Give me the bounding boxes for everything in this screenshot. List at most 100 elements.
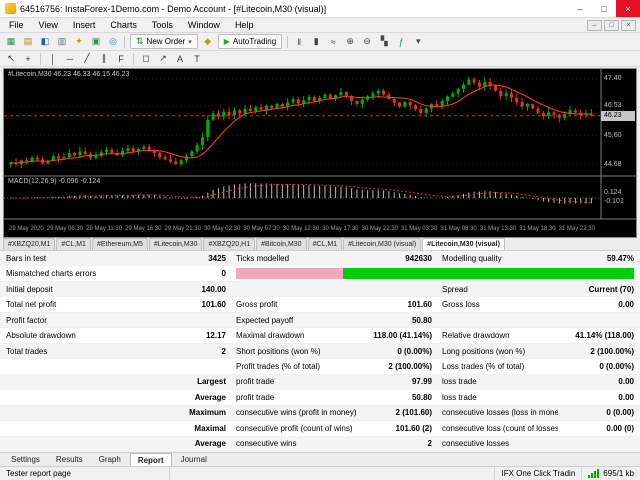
chart-tab[interactable]: #CL,M1 <box>56 238 91 250</box>
cursor-icon[interactable]: ↖ <box>3 51 19 66</box>
report-label: Relative drawdown <box>442 331 510 341</box>
maximize-button[interactable]: □ <box>592 0 616 17</box>
report-row: Bars in test 3425 Ticks modelled 942630 Mode… <box>0 251 640 267</box>
shapes-icon[interactable]: ◻ <box>138 51 154 66</box>
report-row: Average consecutive wins 2 consecutive loss… <box>0 436 640 453</box>
price-scale[interactable]: 47.40 46.53 45.60 44.68 0.124 -0.101 46.23 <box>601 69 636 219</box>
horizontal-line-icon[interactable]: ─ <box>62 51 78 66</box>
terminal-icon[interactable]: ▣ <box>88 34 104 49</box>
time-axis-label: 31 May 22:30 <box>558 225 595 232</box>
menu-insert[interactable]: Insert <box>66 20 103 30</box>
tester-tab-journal[interactable]: Journal <box>174 453 214 466</box>
report-label: consecutive profit (count of wins) <box>236 423 353 433</box>
status-plugin[interactable]: IFX One Click Tradin <box>495 467 583 480</box>
time-axis-label: 30 May 17:30 <box>322 225 359 232</box>
trendline-icon[interactable]: ╱ <box>79 51 95 66</box>
report-value: 2 (100.00%) <box>590 346 634 356</box>
arrow-icon[interactable]: ↗ <box>155 51 171 66</box>
menu-items: File View Insert Charts Tools Window Help <box>2 20 260 30</box>
new-chart-icon[interactable]: ▦ <box>3 34 19 49</box>
chart-tab[interactable]: #Litecoin,M30 (visual) <box>422 238 505 250</box>
candlestick-chart[interactable] <box>4 69 636 220</box>
chart-tab[interactable]: #XBZQ20,M1 <box>3 238 56 250</box>
menu-charts[interactable]: Charts <box>103 20 144 30</box>
tester-tab-graph[interactable]: Graph <box>92 453 128 466</box>
profiles-icon[interactable]: ▤ <box>20 34 36 49</box>
chart-tab[interactable]: #Litecoin,M30 (visual) <box>343 238 422 250</box>
vertical-line-icon[interactable]: │ <box>45 51 61 66</box>
zoom-out-icon[interactable]: ⊖ <box>359 34 375 49</box>
text-label-icon[interactable]: T <box>189 51 205 66</box>
menu-tools[interactable]: Tools <box>145 20 180 30</box>
tester-tab-results[interactable]: Results <box>49 453 90 466</box>
toolbar-group-editor: ◆ <box>200 34 216 49</box>
chart-tab[interactable]: #XBZQ20,H1 <box>203 238 256 250</box>
new-order-button[interactable]: ⇅ New Order ▾ <box>130 34 198 49</box>
report-label: Gross loss <box>442 300 480 310</box>
indicators-icon[interactable]: ƒ <box>393 34 409 49</box>
tester-tab-settings[interactable]: Settings <box>4 453 47 466</box>
chart-symbol-label: #Litecoin,M30 46.23 46.33 46.15 46.23 <box>8 71 130 78</box>
chart-tab[interactable]: #CL,M1 <box>307 238 343 250</box>
report-value: Average <box>194 439 226 449</box>
templates-icon[interactable]: ▾ <box>410 34 426 49</box>
report-value: 3425 <box>208 253 226 263</box>
report-value: 2 (100.00%) <box>388 362 432 372</box>
child-minimize-button[interactable]: – <box>587 19 602 31</box>
macd-indicator-label: MACD(12,26,9) -0.096 -0.124 <box>8 178 101 185</box>
connection-traffic: 695/1 kb <box>603 469 634 478</box>
time-axis-label: 29 May 16:30 <box>125 225 162 232</box>
crosshair-icon[interactable]: + <box>20 51 36 66</box>
navigator-icon[interactable]: ✦ <box>71 34 87 49</box>
line-chart-icon[interactable]: ≈ <box>325 34 341 49</box>
autotrading-label: AutoTrading <box>232 37 277 46</box>
report-row: Average profit trade 50.80 loss trade 0.00 <box>0 390 640 406</box>
child-close-button[interactable]: × <box>621 19 636 31</box>
report-value: Current (70) <box>588 284 634 294</box>
autotrading-button[interactable]: ▶ AutoTrading <box>217 34 283 49</box>
metaeditor-icon[interactable]: ◆ <box>200 34 216 49</box>
time-axis-label: 31 May 03:30 <box>400 225 438 232</box>
report-value: Maximal <box>194 423 226 433</box>
chart-tab[interactable]: #Bitcoin,M30 <box>256 238 307 250</box>
chart-tab[interactable]: #Litecoin,M30 <box>148 238 203 250</box>
report-value: 59.47% <box>606 253 634 263</box>
market-watch-icon[interactable]: ◧ <box>37 34 53 49</box>
data-window-icon[interactable]: ▥ <box>54 34 70 49</box>
connection-bars-icon <box>588 469 600 478</box>
strategy-tester-icon[interactable]: ◎ <box>105 34 121 49</box>
toolbar-separator <box>124 35 125 48</box>
chart-tab[interactable]: #Ethereum,M5 <box>91 238 148 250</box>
bar-chart-icon[interactable]: ‖ <box>291 34 307 49</box>
text-icon[interactable]: A <box>172 51 188 66</box>
report-label: Absolute drawdown <box>6 331 76 341</box>
report-label: Profit factor <box>6 315 47 325</box>
tile-windows-icon[interactable]: ▚ <box>376 34 392 49</box>
menu-window[interactable]: Window <box>181 20 227 30</box>
close-button[interactable]: × <box>616 0 640 17</box>
connection-status: 695/1 kb <box>582 467 640 480</box>
report-value: 2 <box>427 439 432 449</box>
report-label: consecutive losses (loss in money) <box>442 408 558 418</box>
menu-help[interactable]: Help <box>228 20 261 30</box>
report-value: 0.00 <box>618 392 634 402</box>
report-row: Total net profit 101.60 Gross profit 101.60… <box>0 297 640 313</box>
new-order-label: New Order <box>146 37 186 46</box>
menu-file[interactable]: File <box>2 20 31 30</box>
time-axis-label: 31 May 18:30 <box>519 225 556 232</box>
time-axis-label: 30 May 12:30 <box>282 225 320 232</box>
standard-toolbar: ▦ ▤ ◧ ▥ ✦ ▣ ◎ ⇅ New Order ▾ ◆ ▶ AutoTrading ‖ ▮… <box>0 33 640 51</box>
menu-view[interactable]: View <box>32 20 65 30</box>
zoom-in-icon[interactable]: ⊕ <box>342 34 358 49</box>
price-scale-label: 45.60 <box>604 131 622 139</box>
autotrading-play-icon: ▶ <box>223 37 230 46</box>
report-value: 140.00 <box>201 284 226 294</box>
tester-tab-report[interactable]: Report <box>129 453 172 466</box>
minimize-button[interactable]: – <box>568 0 592 17</box>
fibonacci-icon[interactable]: F <box>113 51 129 66</box>
candlestick-chart-icon[interactable]: ▮ <box>308 34 324 49</box>
channel-icon[interactable]: ∥ <box>96 51 112 66</box>
time-axis[interactable]: 29 May 2020 29 May 06:30 29 May 11:30 29 Ma… <box>4 220 600 237</box>
child-restore-button[interactable]: □ <box>604 19 619 31</box>
report-value: 101.60 (2) <box>395 423 432 433</box>
